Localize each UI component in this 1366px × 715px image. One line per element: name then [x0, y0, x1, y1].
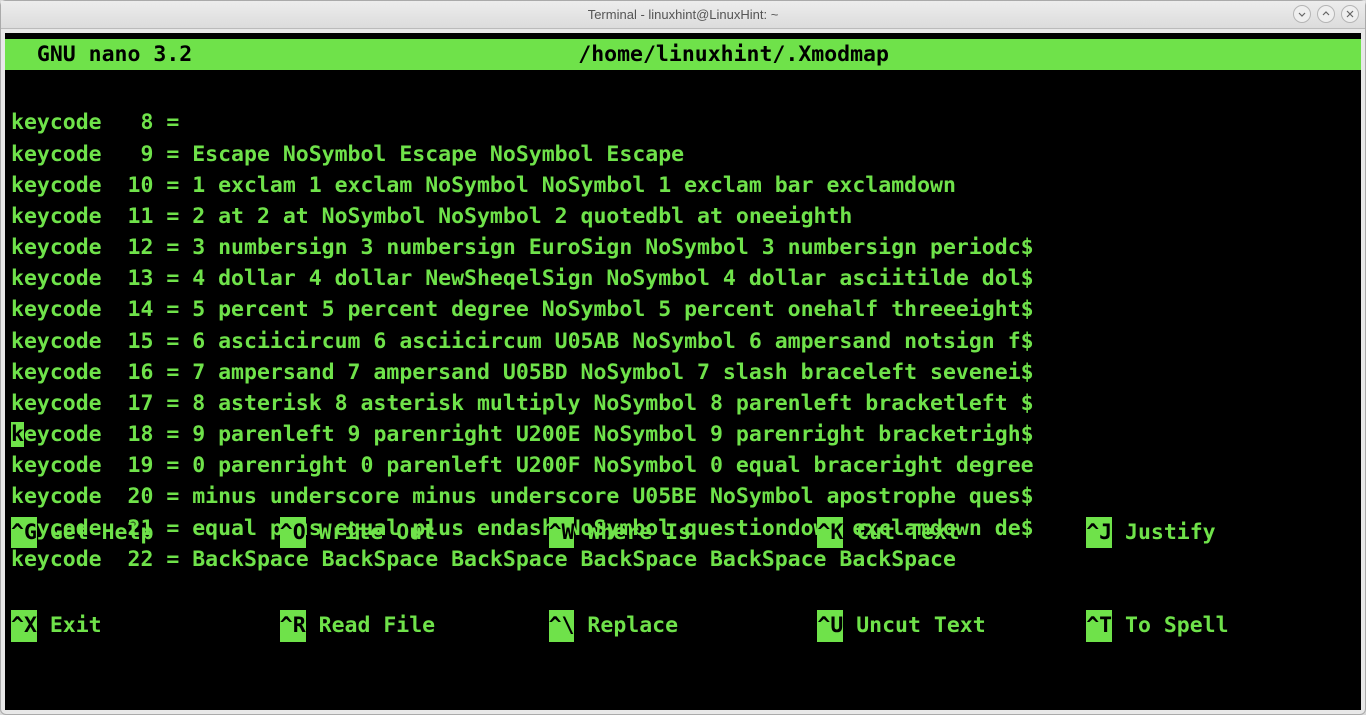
file-line: keycode 17 = 8 asterisk 8 asterisk multi…: [11, 388, 1355, 419]
file-line: keycode 12 = 3 numbersign 3 numbersign E…: [11, 232, 1355, 263]
shortcut-key: ^\: [549, 610, 575, 641]
shortcut-key: ^T: [1086, 610, 1112, 641]
minimize-button[interactable]: [1293, 5, 1311, 23]
nano-app-name: GNU nano 3.2: [11, 39, 192, 70]
shortcut-key: ^U: [817, 610, 843, 641]
shortcut-item: ^X Exit: [11, 610, 280, 641]
nano-shortcut-bar: ^G Get Help^O Write Out^W Where Is^K Cut…: [11, 455, 1355, 704]
shortcut-label: To Spell: [1112, 610, 1229, 641]
shortcut-item: ^J Justify: [1086, 517, 1355, 548]
shortcut-item: ^U Uncut Text: [817, 610, 1086, 641]
file-line: keycode 16 = 7 ampersand 7 ampersand U05…: [11, 357, 1355, 388]
shortcut-item: ^O Write Out: [280, 517, 549, 548]
shortcut-key: ^O: [280, 517, 306, 548]
shortcut-label: Read File: [306, 610, 435, 641]
window-title: Terminal - linuxhint@LinuxHint: ~: [588, 7, 779, 22]
shortcut-label: Write Out: [306, 517, 435, 548]
shortcut-label: Get Help: [37, 517, 154, 548]
shortcut-item: ^K Cut Text: [817, 517, 1086, 548]
terminal-window: Terminal - linuxhint@LinuxHint: ~ GNU na…: [0, 0, 1366, 715]
nano-file-path: /home/linuxhint/.Xmodmap: [192, 39, 1275, 70]
text-cursor: k: [11, 422, 24, 447]
shortcut-key: ^X: [11, 610, 37, 641]
shortcut-label: Uncut Text: [843, 610, 985, 641]
file-line: keycode 8 =: [11, 107, 1355, 138]
window-controls: [1293, 5, 1359, 23]
file-line: keycode 10 = 1 exclam 1 exclam NoSymbol …: [11, 170, 1355, 201]
shortcut-key: ^J: [1086, 517, 1112, 548]
shortcut-key: ^W: [549, 517, 575, 548]
file-line: keycode 14 = 5 percent 5 percent degree …: [11, 294, 1355, 325]
shortcut-label: Justify: [1112, 517, 1216, 548]
shortcut-row-2: ^X Exit^R Read File^\ Replace^U Uncut Te…: [11, 610, 1355, 641]
nano-header: GNU nano 3.2 /home/linuxhint/.Xmodmap: [5, 39, 1361, 70]
maximize-button[interactable]: [1317, 5, 1335, 23]
close-button[interactable]: [1341, 5, 1359, 23]
shortcut-key: ^K: [817, 517, 843, 548]
shortcut-item: ^G Get Help: [11, 517, 280, 548]
titlebar: Terminal - linuxhint@LinuxHint: ~: [1, 1, 1365, 29]
shortcut-item: ^R Read File: [280, 610, 549, 641]
file-line: keycode 18 = 9 parenleft 9 parenright U2…: [11, 419, 1355, 450]
shortcut-key: ^R: [280, 610, 306, 641]
shortcut-row-1: ^G Get Help^O Write Out^W Where Is^K Cut…: [11, 517, 1355, 548]
file-line: keycode 9 = Escape NoSymbol Escape NoSym…: [11, 139, 1355, 170]
shortcut-item: ^W Where Is: [549, 517, 818, 548]
shortcut-label: Cut Text: [843, 517, 960, 548]
file-line: keycode 11 = 2 at 2 at NoSymbol NoSymbol…: [11, 201, 1355, 232]
file-line: keycode 13 = 4 dollar 4 dollar NewSheqel…: [11, 263, 1355, 294]
shortcut-key: ^G: [11, 517, 37, 548]
shortcut-item: ^\ Replace: [549, 610, 818, 641]
file-line: keycode 15 = 6 asciicircum 6 asciicircum…: [11, 326, 1355, 357]
shortcut-label: Replace: [574, 610, 678, 641]
terminal-area[interactable]: GNU nano 3.2 /home/linuxhint/.Xmodmap ke…: [5, 33, 1361, 710]
shortcut-label: Exit: [37, 610, 102, 641]
shortcut-label: Where Is: [574, 517, 691, 548]
shortcut-item: ^T To Spell: [1086, 610, 1355, 641]
